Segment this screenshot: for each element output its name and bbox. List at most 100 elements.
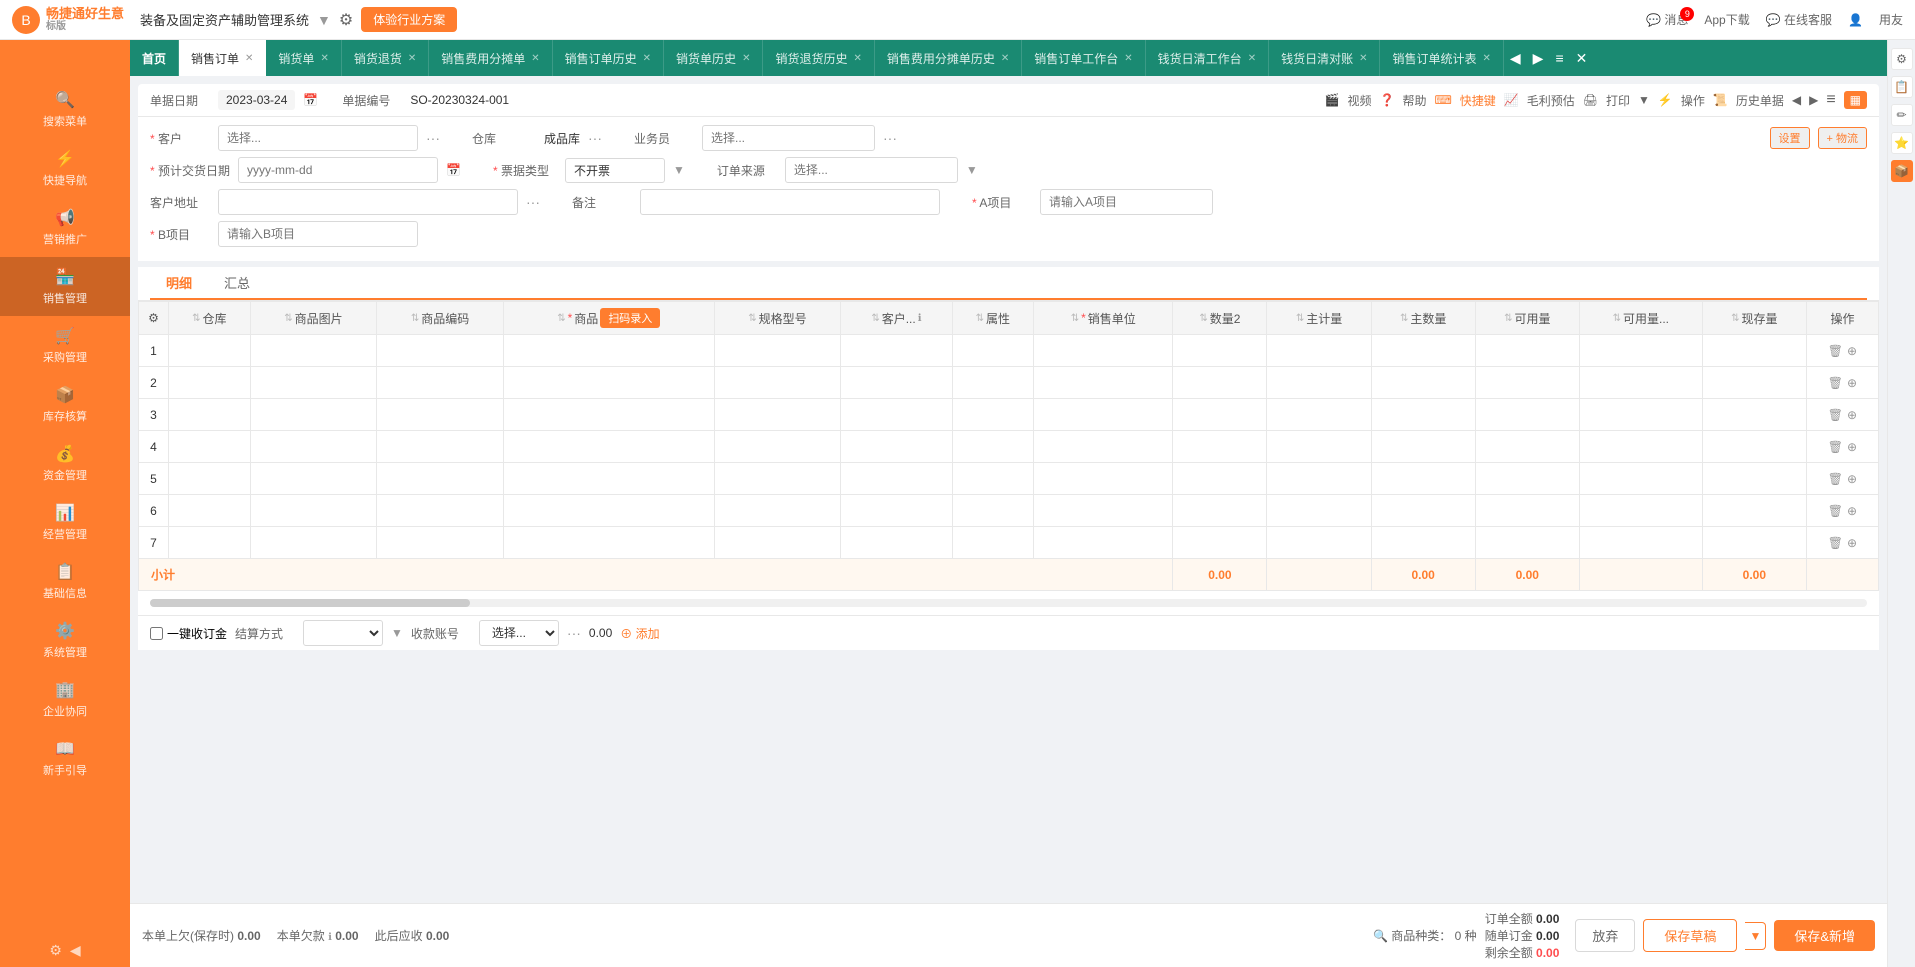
row-4-delete-icon[interactable]: 🗑 <box>1828 440 1843 454</box>
sort-icon[interactable]: ⇅ <box>1071 313 1079 324</box>
row-6-delete-icon[interactable]: 🗑 <box>1828 504 1843 518</box>
delivery-date-input[interactable] <box>238 157 438 183</box>
tab-sales-order-stats[interactable]: 销售订单统计表 ✕ <box>1380 40 1503 76</box>
scrollbar-track[interactable] <box>150 599 1867 607</box>
row-2-available[interactable] <box>1475 367 1579 399</box>
row-5-main-unit[interactable] <box>1267 463 1371 495</box>
row-7-available[interactable] <box>1475 527 1579 559</box>
row-4-attr[interactable] <box>952 431 1034 463</box>
sort-icon[interactable]: ⇅ <box>1731 313 1739 324</box>
project-b-input[interactable] <box>218 221 418 247</box>
save-draft-btn[interactable]: 保存草稿 <box>1643 919 1737 952</box>
invoice-dropdown-icon[interactable]: ▼ <box>673 163 685 177</box>
row-5-customer-code[interactable] <box>841 463 952 495</box>
row-2-delete-icon[interactable]: 🗑 <box>1828 376 1843 390</box>
row-1-warehouse[interactable] <box>169 335 251 367</box>
tab-sales-return[interactable]: 销货退货 ✕ <box>342 40 429 76</box>
row-3-available[interactable] <box>1475 399 1579 431</box>
tab-detail[interactable]: 明细 <box>150 267 208 300</box>
row-5-main-qty[interactable] <box>1371 463 1475 495</box>
row-2-attr[interactable] <box>952 367 1034 399</box>
customer-input[interactable] <box>218 125 418 151</box>
row-5-available[interactable] <box>1475 463 1579 495</box>
row-6-sales-unit[interactable] <box>1034 495 1173 527</box>
sidebar-settings-icon[interactable]: ⚙ <box>49 942 62 959</box>
row-2-product-img[interactable] <box>250 367 377 399</box>
sidebar-item-guide[interactable]: 📖 新手引导 <box>0 729 130 788</box>
row-7-delete-icon[interactable]: 🗑 <box>1828 536 1843 550</box>
nav-tabs-close-icon[interactable]: ✕ <box>1570 50 1594 67</box>
row-4-warehouse[interactable] <box>169 431 251 463</box>
right-panel-btn-5[interactable]: 📦 <box>1891 160 1913 182</box>
right-panel-btn-1[interactable]: ⚙ <box>1891 48 1913 70</box>
sidebar-item-inventory[interactable]: 📦 库存核算 <box>0 375 130 434</box>
column-settings-icon[interactable]: ⚙ <box>148 311 159 325</box>
row-3-current-stock[interactable] <box>1702 399 1806 431</box>
row-3-delete-icon[interactable]: 🗑 <box>1828 408 1843 422</box>
tab-sales-bill-close[interactable]: ✕ <box>320 53 328 64</box>
row-4-main-unit[interactable] <box>1267 431 1371 463</box>
tab-sales-order-close[interactable]: ✕ <box>245 53 253 64</box>
row-7-main-qty[interactable] <box>1371 527 1475 559</box>
remark-input[interactable] <box>640 189 940 215</box>
print-btn[interactable]: 打印 <box>1606 92 1630 109</box>
row-1-product-name[interactable] <box>503 335 714 367</box>
list-view-icon[interactable]: ≡ <box>1826 91 1835 109</box>
row-1-product-code[interactable] <box>377 335 504 367</box>
row-7-qty2[interactable] <box>1173 527 1267 559</box>
row-4-current-stock[interactable] <box>1702 431 1806 463</box>
row-1-spec[interactable] <box>714 335 841 367</box>
row-6-qty2[interactable] <box>1173 495 1267 527</box>
row-4-product-img[interactable] <box>250 431 377 463</box>
row-1-attr[interactable] <box>952 335 1034 367</box>
row-1-main-qty[interactable] <box>1371 335 1475 367</box>
nav-prev-icon[interactable]: ◀ <box>1792 93 1801 107</box>
row-5-delete-icon[interactable]: 🗑 <box>1828 472 1843 486</box>
row-2-main-unit[interactable] <box>1267 367 1371 399</box>
row-4-spec[interactable] <box>714 431 841 463</box>
nav-tabs-list-icon[interactable]: ≡ <box>1549 50 1569 66</box>
col-settings[interactable]: ⚙ <box>139 302 169 335</box>
row-2-warehouse[interactable] <box>169 367 251 399</box>
tab-sales-return-close[interactable]: ✕ <box>408 53 416 64</box>
one-click-deposit-checkbox[interactable] <box>150 627 163 640</box>
row-5-warehouse[interactable] <box>169 463 251 495</box>
history-btn[interactable]: 历史单据 <box>1736 92 1784 109</box>
sales-rep-input[interactable] <box>702 125 875 151</box>
row-1-current-stock[interactable] <box>1702 335 1806 367</box>
tab-cash-daily-account[interactable]: 钱货日清对账 ✕ <box>1269 40 1380 76</box>
tab-cash-daily-workbench[interactable]: 钱货日清工作台 ✕ <box>1146 40 1269 76</box>
row-5-available2[interactable] <box>1579 463 1702 495</box>
tab-sales-return-history-close[interactable]: ✕ <box>853 53 861 64</box>
tab-sales-order-stats-close[interactable]: ✕ <box>1483 53 1491 64</box>
table-scrollbar-track[interactable] <box>138 591 1879 615</box>
row-1-delete-icon[interactable]: 🗑 <box>1828 344 1843 358</box>
account-more-icon[interactable]: ··· <box>567 625 581 641</box>
row-2-current-stock[interactable] <box>1702 367 1806 399</box>
row-4-sales-unit[interactable] <box>1034 431 1173 463</box>
row-5-product-code[interactable] <box>377 463 504 495</box>
settings-icon[interactable]: ⚙ <box>339 10 353 30</box>
sort-icon[interactable]: ⇅ <box>976 313 984 324</box>
row-7-available2[interactable] <box>1579 527 1702 559</box>
tab-sales-return-history[interactable]: 销货退货历史 ✕ <box>763 40 874 76</box>
row-3-attr[interactable] <box>952 399 1034 431</box>
tab-sales-expense-split[interactable]: 销售费用分摊单 ✕ <box>429 40 552 76</box>
row-3-main-qty[interactable] <box>1371 399 1475 431</box>
row-6-warehouse[interactable] <box>169 495 251 527</box>
tab-sales-order[interactable]: 销售订单 ✕ <box>179 40 266 76</box>
row-5-current-stock[interactable] <box>1702 463 1806 495</box>
row-6-main-qty[interactable] <box>1371 495 1475 527</box>
operation-btn[interactable]: 操作 <box>1681 92 1705 109</box>
row-2-main-qty[interactable] <box>1371 367 1475 399</box>
row-6-customer-code[interactable] <box>841 495 952 527</box>
sidebar-item-purchase[interactable]: 🛒 采购管理 <box>0 316 130 375</box>
row-1-main-unit[interactable] <box>1267 335 1371 367</box>
help-btn[interactable]: 帮助 <box>1402 92 1426 109</box>
row-4-qty2[interactable] <box>1173 431 1267 463</box>
row-3-qty2[interactable] <box>1173 399 1267 431</box>
row-3-product-name[interactable] <box>503 399 714 431</box>
account-select[interactable]: 选择... <box>479 620 559 646</box>
sidebar-item-enterprise[interactable]: 🏢 企业协同 <box>0 670 130 729</box>
sidebar-item-search[interactable]: 🔍 搜索菜单 <box>0 80 130 139</box>
